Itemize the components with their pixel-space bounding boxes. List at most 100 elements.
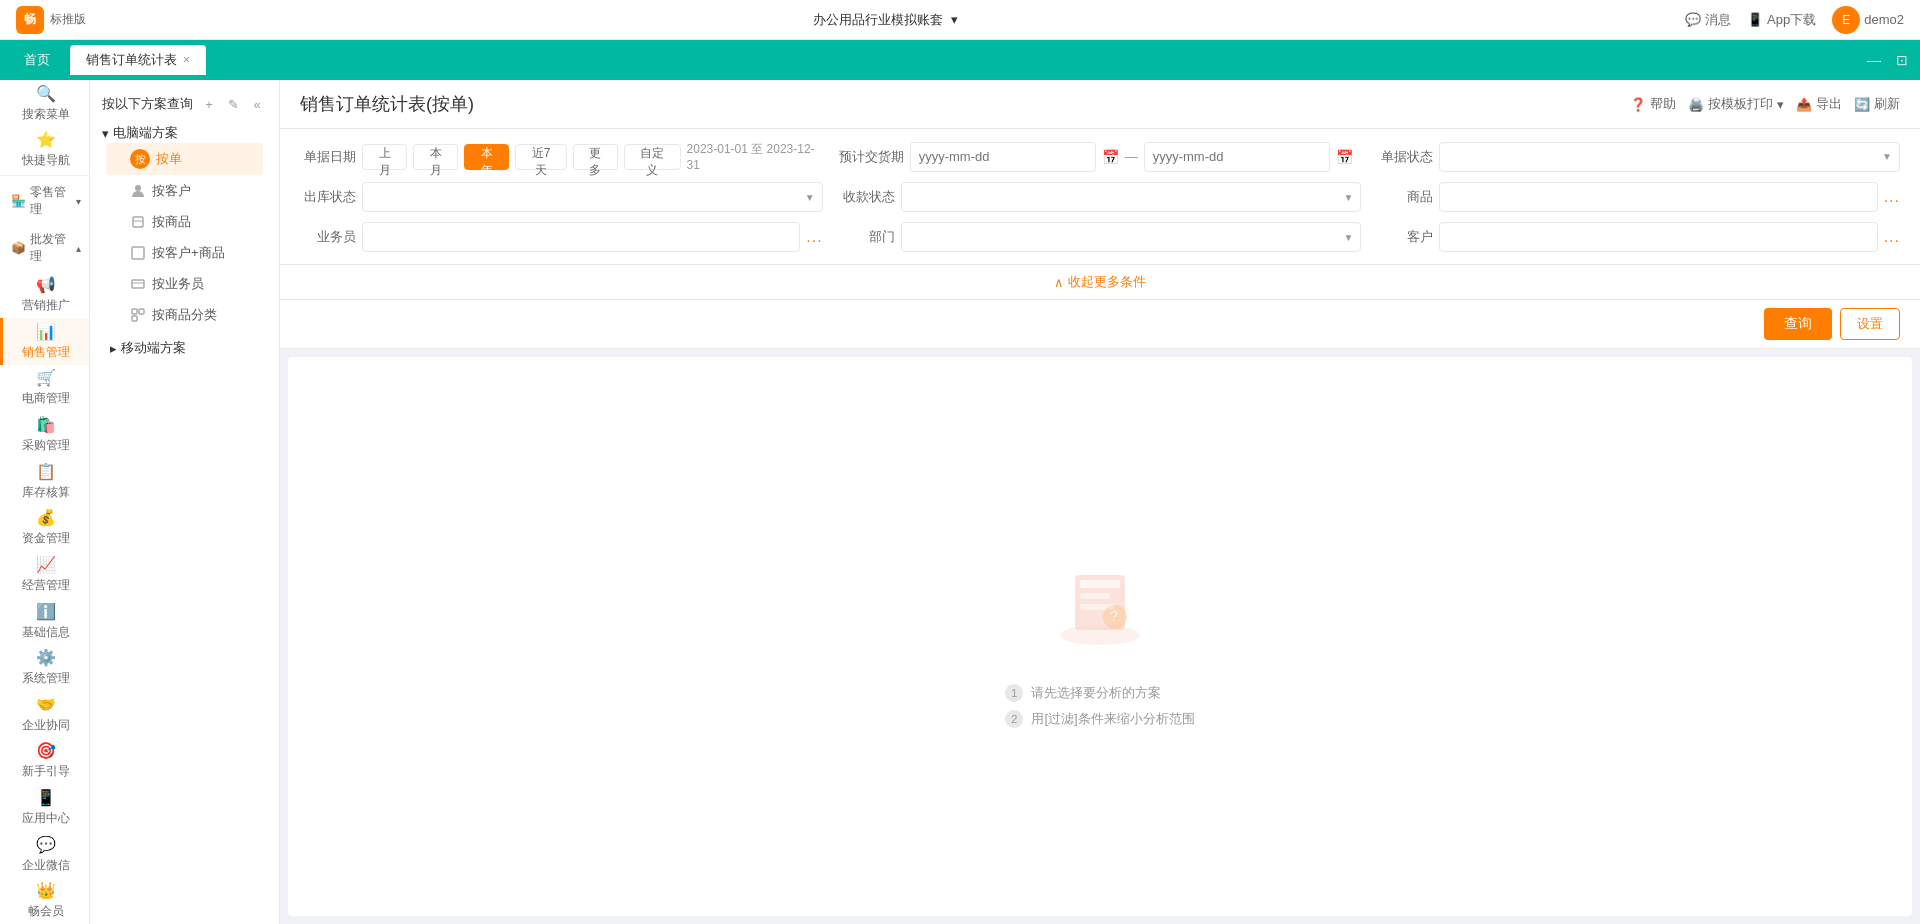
print-btn[interactable]: 🖨️ 按模板打印 ▾ [1688,95,1784,113]
svg-rect-7 [139,309,144,314]
report-area: 销售订单统计表(按单) ❓ 帮助 🖨️ 按模板打印 ▾ 📤 导出 [280,80,1920,924]
collapse-label: 收起更多条件 [1068,273,1146,291]
company-selector[interactable]: 办公用品行业模拟账套 ▾ [813,11,958,29]
scheme-item-by-staff[interactable]: 按业务员 [106,269,263,299]
sidebar-item-retail[interactable]: 🏪 零售管理 ▾ [0,178,89,225]
scheme-item-by-doc[interactable]: 按 按单 [106,143,263,175]
start-date-calendar-icon[interactable]: 📅 [1102,149,1119,165]
sidebar-quick-nav[interactable]: ⭐ 快捷导航 [0,127,89,174]
query-btn[interactable]: 查询 [1764,308,1832,340]
sidebar-item-basics[interactable]: ℹ️ 基础信息 [0,598,89,645]
sidebar-item-guide[interactable]: 🎯 新手引导 [0,738,89,785]
scheme-item-by-category[interactable]: 按商品分类 [106,300,263,330]
sidebar-item-collab[interactable]: 🤝 企业协同 [0,691,89,738]
empty-tip-1: 1 请先选择要分析的方案 [1005,684,1194,702]
sidebar-item-purchase[interactable]: 🛍️ 采购管理 [0,411,89,458]
message-btn[interactable]: 💬 消息 [1685,11,1731,29]
staff-scheme-icon [130,276,146,292]
scheme-item-by-goods[interactable]: 按商品 [106,207,263,237]
company-arrow-icon: ▾ [951,12,958,27]
user-area[interactable]: E demo2 [1832,6,1904,34]
username: demo2 [1864,12,1904,27]
quick-nav-label: 快捷导航 [22,152,70,169]
goods-dots-btn[interactable]: ... [1884,188,1900,206]
sidebar-item-appstore[interactable]: 📱 应用中心 [0,784,89,831]
sidebar: 🔍 搜索菜单 ⭐ 快捷导航 🏪 零售管理 ▾ 📦 批发管理 ▴ 📢 营销推广 📊… [0,80,90,924]
scheme-category-pc-header[interactable]: ▾ 电脑端方案 [102,124,267,142]
mobile-category-label: 移动端方案 [121,339,186,357]
salesman-dots-btn[interactable]: ... [806,228,822,246]
goods-input[interactable] [1439,182,1877,212]
print-label: 按模板打印 [1708,95,1773,113]
more-date-btn[interactable]: 更多 [573,144,618,170]
customer-input[interactable] [1439,222,1877,252]
minimize-icon[interactable]: — [1864,50,1884,70]
sidebar-item-inventory[interactable]: 📋 库存核算 [0,458,89,505]
scheme-edit-btn[interactable]: ✎ [223,94,243,114]
sidebar-item-wholesale[interactable]: 📦 批发管理 ▴ [0,225,89,272]
last7days-btn[interactable]: 近7天 [515,144,567,170]
collapse-bar[interactable]: ∧ 收起更多条件 [280,265,1920,300]
scheme-add-btn[interactable]: + [199,94,219,114]
pay-status-select[interactable] [901,182,1362,212]
top-bar-right: 💬 消息 📱 App下载 E demo2 [1685,6,1904,34]
member-label: 畅会员 [28,903,64,920]
doc-date-field: 单据日期 上月 本月 本年 近7天 更多 自定义 2023-01-01 至 20… [300,141,823,172]
print-arrow-icon: ▾ [1777,97,1784,112]
pay-status-select-wrap [901,182,1362,212]
empty-state: ? 1 请先选择要分析的方案 2 用[过滤]条件来缩小分析范围 [288,357,1912,916]
sidebar-item-member[interactable]: 👑 畅会员 [0,877,89,924]
maximize-icon[interactable]: ⊡ [1892,50,1912,70]
refresh-btn[interactable]: 🔄 刷新 [1854,95,1900,113]
goods-scheme-icon [130,214,146,230]
sidebar-item-ecommerce[interactable]: 🛒 电商管理 [0,365,89,412]
help-btn[interactable]: ❓ 帮助 [1630,95,1676,113]
last-month-btn[interactable]: 上月 [362,144,407,170]
member-icon: 👑 [36,881,56,900]
this-month-btn[interactable]: 本月 [413,144,458,170]
scheme-item-by-customer-label: 按客户 [152,182,191,200]
salesman-input[interactable] [362,222,800,252]
scheme-category-mobile-header[interactable]: ▸ 移动端方案 [110,339,267,357]
inventory-icon: 📋 [36,462,56,481]
sidebar-search[interactable]: 🔍 搜索菜单 [0,80,89,127]
scheme-item-by-combo-label: 按客户+商品 [152,244,225,262]
scheme-item-by-customer[interactable]: 按客户 [106,176,263,206]
scheme-collapse-btn[interactable]: « [247,94,267,114]
sidebar-item-marketing[interactable]: 📢 营销推广 [0,271,89,318]
end-date-calendar-icon[interactable]: 📅 [1336,149,1353,165]
export-btn[interactable]: 📤 导出 [1796,95,1842,113]
expected-delivery-field: 预计交货期 📅 — 📅 [839,142,1362,172]
tip-text-2: 用[过滤]条件来缩小分析范围 [1031,710,1194,728]
refresh-label: 刷新 [1874,95,1900,113]
company-name: 办公用品行业模拟账套 [813,11,943,29]
top-bar: 畅 标推版 办公用品行业模拟账套 ▾ 💬 消息 📱 App下载 E demo2 [0,0,1920,40]
settings-btn[interactable]: 设置 [1840,308,1900,340]
tab-home[interactable]: 首页 [8,45,66,75]
doc-status-select[interactable] [1439,142,1900,172]
sidebar-item-wechat[interactable]: 💬 企业微信 [0,831,89,878]
start-date-input[interactable] [910,142,1096,172]
svg-rect-6 [132,309,137,314]
sidebar-item-operations[interactable]: 📈 经营管理 [0,551,89,598]
ship-status-select[interactable] [362,182,823,212]
end-date-input[interactable] [1144,142,1330,172]
scheme-item-by-staff-label: 按业务员 [152,275,204,293]
app-download-btn[interactable]: 📱 App下载 [1747,11,1816,29]
customer-dots-btn[interactable]: ... [1884,228,1900,246]
dept-select[interactable] [901,222,1362,252]
custom-date-btn[interactable]: 自定义 [624,144,681,170]
sidebar-item-finance[interactable]: 💰 资金管理 [0,504,89,551]
user-avatar: E [1832,6,1860,34]
sidebar-item-system[interactable]: ⚙️ 系统管理 [0,644,89,691]
scheme-item-by-combo[interactable]: 按客户+商品 [106,238,263,268]
this-year-btn[interactable]: 本年 [464,144,509,170]
logo-text: 标推版 [50,11,86,28]
doc-date-label: 单据日期 [300,148,356,166]
report-title: 销售订单统计表(按单) [300,92,474,116]
tab-close-icon[interactable]: × [183,53,190,67]
tab-sales-order-stats[interactable]: 销售订单统计表 × [70,45,206,75]
date-quick-btns: 上月 本月 本年 近7天 更多 自定义 2023-01-01 至 2023-12… [362,141,823,172]
date-range-text: 2023-01-01 至 2023-12-31 [687,141,823,172]
sidebar-item-sales[interactable]: 📊 销售管理 [0,318,89,365]
